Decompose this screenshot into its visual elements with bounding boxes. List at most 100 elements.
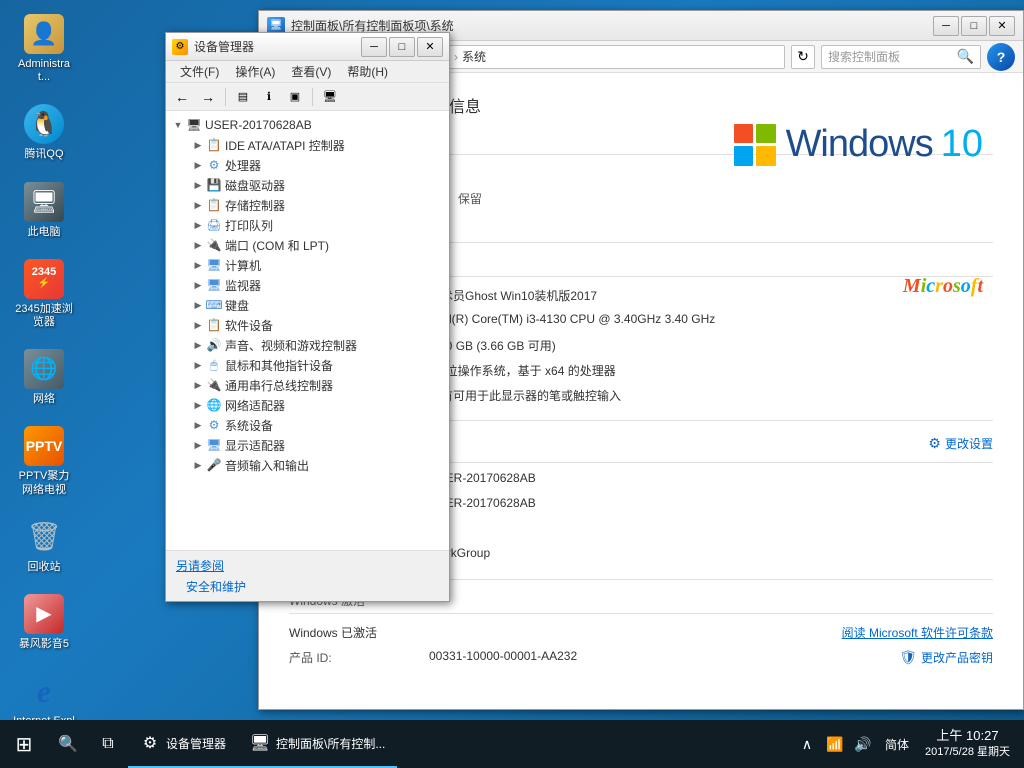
shield-icon: 🛡 bbox=[899, 649, 917, 666]
menu-help[interactable]: 帮助(H) bbox=[339, 61, 396, 82]
tree-item-4[interactable]: ▶ 🖨 打印队列 bbox=[166, 215, 449, 235]
taskbar-dm-icon: ⚙ bbox=[140, 733, 160, 753]
minimize-button[interactable]: ─ bbox=[361, 37, 387, 57]
tree-item-9[interactable]: ▶ 📋 软件设备 bbox=[166, 315, 449, 335]
tray-clock[interactable]: 上午 10:27 2017/5/28 星期天 bbox=[919, 728, 1016, 759]
toolbar-btn4[interactable]: 🖥 bbox=[318, 86, 342, 108]
tree-expand-1: ▶ bbox=[190, 157, 206, 173]
tree-label-16: 音频输入和输出 bbox=[225, 457, 309, 474]
close-button[interactable]: ✕ bbox=[417, 37, 443, 57]
tree-label-5: 端口 (COM 和 LPT) bbox=[225, 237, 329, 254]
cp-minimize-button[interactable]: ─ bbox=[933, 16, 959, 36]
icon-label-network: 网络 bbox=[33, 393, 55, 406]
change-settings-button[interactable]: ⚙ 更改设置 bbox=[928, 435, 993, 452]
tree-item-12[interactable]: ▶ 🔌 通用串行总线控制器 bbox=[166, 375, 449, 395]
tree-icon-15: 🖥 bbox=[206, 437, 222, 453]
tree-item-2[interactable]: ▶ 💾 磁盘驱动器 bbox=[166, 175, 449, 195]
tree-item-3[interactable]: ▶ 📋 存储控制器 bbox=[166, 195, 449, 215]
menu-file[interactable]: 文件(F) bbox=[172, 61, 227, 82]
taskbar-search-icon: 🔍 bbox=[58, 734, 78, 754]
cp-maximize-button[interactable]: □ bbox=[961, 16, 987, 36]
tree-item-1[interactable]: ▶ ⚙ 处理器 bbox=[166, 155, 449, 175]
windows10-number: 10 bbox=[941, 123, 983, 166]
tree-item-5[interactable]: ▶ 🔌 端口 (COM 和 LPT) bbox=[166, 235, 449, 255]
menu-action[interactable]: 操作(A) bbox=[227, 61, 283, 82]
tree-icon-7: 🖥 bbox=[206, 277, 222, 293]
desktop-icon-ie[interactable]: e Internet Explorer bbox=[8, 667, 80, 720]
icon-label-qq: 腾讯QQ bbox=[24, 148, 63, 161]
microsoft-logo-area: Microsoft bbox=[903, 275, 983, 298]
safety-maintenance-link[interactable]: 安全和维护 bbox=[176, 578, 439, 595]
desktop-icon-speed[interactable]: 2345 ⚡ 2345加速浏览器 bbox=[8, 255, 80, 333]
tree-label-6: 计算机 bbox=[225, 257, 261, 274]
ms-license-link[interactable]: 阅读 Microsoft 软件许可条款 bbox=[842, 624, 993, 641]
taskbar-items: ⚙ 设备管理器 🖥 控制面板\所有控制... bbox=[128, 720, 787, 768]
cp-close-button[interactable]: ✕ bbox=[989, 16, 1015, 36]
desktop-icon-qq[interactable]: 🐧 腾讯QQ bbox=[8, 100, 80, 165]
back-button[interactable]: ← bbox=[170, 86, 194, 108]
tree-item-10[interactable]: ▶ 🔊 声音、视频和游戏控制器 bbox=[166, 335, 449, 355]
forward-button[interactable]: → bbox=[196, 86, 220, 108]
start-button[interactable]: ⊞ bbox=[0, 720, 48, 768]
cp-window-controls: ─ □ ✕ bbox=[933, 16, 1015, 36]
tree-icon-13: 🌐 bbox=[206, 397, 222, 413]
tree-item-0[interactable]: ▶ 📋 IDE ATA/ATAPI 控制器 bbox=[166, 135, 449, 155]
taskbar-item-device-manager[interactable]: ⚙ 设备管理器 bbox=[128, 720, 238, 768]
desktop-icon-bfyy[interactable]: ▶ 暴风影音5 bbox=[8, 590, 80, 655]
menu-view[interactable]: 查看(V) bbox=[283, 61, 339, 82]
tree-item-13[interactable]: ▶ 🌐 网络适配器 bbox=[166, 395, 449, 415]
taskbar-dm-label: 设备管理器 bbox=[166, 735, 226, 752]
help-button[interactable]: ? bbox=[987, 43, 1015, 71]
search-box[interactable]: 搜索控制面板 🔍 bbox=[821, 45, 981, 69]
tree-icon-9: 📋 bbox=[206, 317, 222, 333]
expand-icon: ∧ bbox=[802, 736, 812, 753]
desktop-icon-network[interactable]: 🌐 网络 bbox=[8, 345, 80, 410]
search-button[interactable]: 🔍 bbox=[48, 720, 88, 768]
pen-value: 没有可用于此显示器的笔或触控输入 bbox=[429, 387, 993, 404]
tree-item-6[interactable]: ▶ 🖥 计算机 bbox=[166, 255, 449, 275]
tree-item-7[interactable]: ▶ 🖥 监视器 bbox=[166, 275, 449, 295]
tree-root[interactable]: ▼ 🖥 USER-20170628AB bbox=[166, 115, 449, 135]
ms-logo-o: o bbox=[943, 275, 953, 297]
refresh-button[interactable]: ↻ bbox=[791, 45, 815, 69]
tree-item-8[interactable]: ▶ ⌨ 键盘 bbox=[166, 295, 449, 315]
desktop-icon-mypc[interactable]: 🖥 此电脑 bbox=[8, 178, 80, 243]
tree-icon-root: 🖥 bbox=[186, 117, 202, 133]
compfullname-value: USER-20170628AB bbox=[429, 496, 993, 513]
toolbar-btn1[interactable]: ▤ bbox=[231, 86, 255, 108]
flag-br bbox=[756, 146, 776, 166]
tree-label-7: 监视器 bbox=[225, 277, 261, 294]
device-manager-window: ⚙ 设备管理器 ─ □ ✕ 文件(F) 操作(A) 查看(V) 帮助(H) ← … bbox=[165, 32, 450, 602]
task-view-button[interactable]: ⧉ bbox=[88, 720, 128, 768]
change-product-button[interactable]: 🛡 更改产品密钥 bbox=[899, 649, 993, 666]
desktop-icon-recycle[interactable]: 🗑 回收站 bbox=[8, 513, 80, 578]
device-manager-content: ▼ 🖥 USER-20170628AB ▶ 📋 IDE ATA/ATAPI 控制… bbox=[166, 111, 449, 601]
tree-item-14[interactable]: ▶ ⚙ 系统设备 bbox=[166, 415, 449, 435]
toolbar-btn2[interactable]: ℹ bbox=[257, 86, 281, 108]
tree-expand-16: ▶ bbox=[190, 457, 206, 473]
tray-network-icon[interactable]: 📶 bbox=[823, 732, 847, 756]
tree-expand-9: ▶ bbox=[190, 317, 206, 333]
tree-item-11[interactable]: ▶ 🖱 鼠标和其他指针设备 bbox=[166, 355, 449, 375]
search-icon[interactable]: 🔍 bbox=[957, 48, 974, 65]
tray-expand-button[interactable]: ∧ bbox=[795, 732, 819, 756]
flag-tr bbox=[756, 124, 776, 144]
tray-volume-icon[interactable]: 🔊 bbox=[851, 732, 875, 756]
tree-item-15[interactable]: ▶ 🖥 显示适配器 bbox=[166, 435, 449, 455]
tray-language[interactable]: 简体 bbox=[879, 734, 915, 755]
activation-section: Windows 激活 Windows 已激活 阅读 Microsoft 软件许可… bbox=[289, 592, 993, 666]
windows-flag-icon bbox=[734, 124, 776, 166]
desktop-icon-pptv[interactable]: PPTV PPTV聚力 网络电视 bbox=[8, 422, 80, 500]
system-tray: ∧ 📶 🔊 简体 上午 10:27 2017/5/28 星期天 bbox=[787, 720, 1024, 768]
desktop-icon-administrator[interactable]: 👤 Administrat... bbox=[8, 10, 80, 88]
windows10-text: Windows bbox=[786, 123, 933, 166]
volume-icon: 🔊 bbox=[854, 736, 871, 753]
maximize-button[interactable]: □ bbox=[389, 37, 415, 57]
tree-label-14: 系统设备 bbox=[225, 417, 273, 434]
toolbar-btn3[interactable]: ▣ bbox=[283, 86, 307, 108]
tree-icon-1: ⚙ bbox=[206, 157, 222, 173]
taskbar-item-control-panel[interactable]: 🖥 控制面板\所有控制... bbox=[238, 720, 397, 768]
device-tree[interactable]: ▼ 🖥 USER-20170628AB ▶ 📋 IDE ATA/ATAPI 控制… bbox=[166, 111, 449, 550]
tree-item-16[interactable]: ▶ 🎤 音频输入和输出 bbox=[166, 455, 449, 475]
see-also-link[interactable]: 另请参阅 bbox=[176, 557, 439, 574]
